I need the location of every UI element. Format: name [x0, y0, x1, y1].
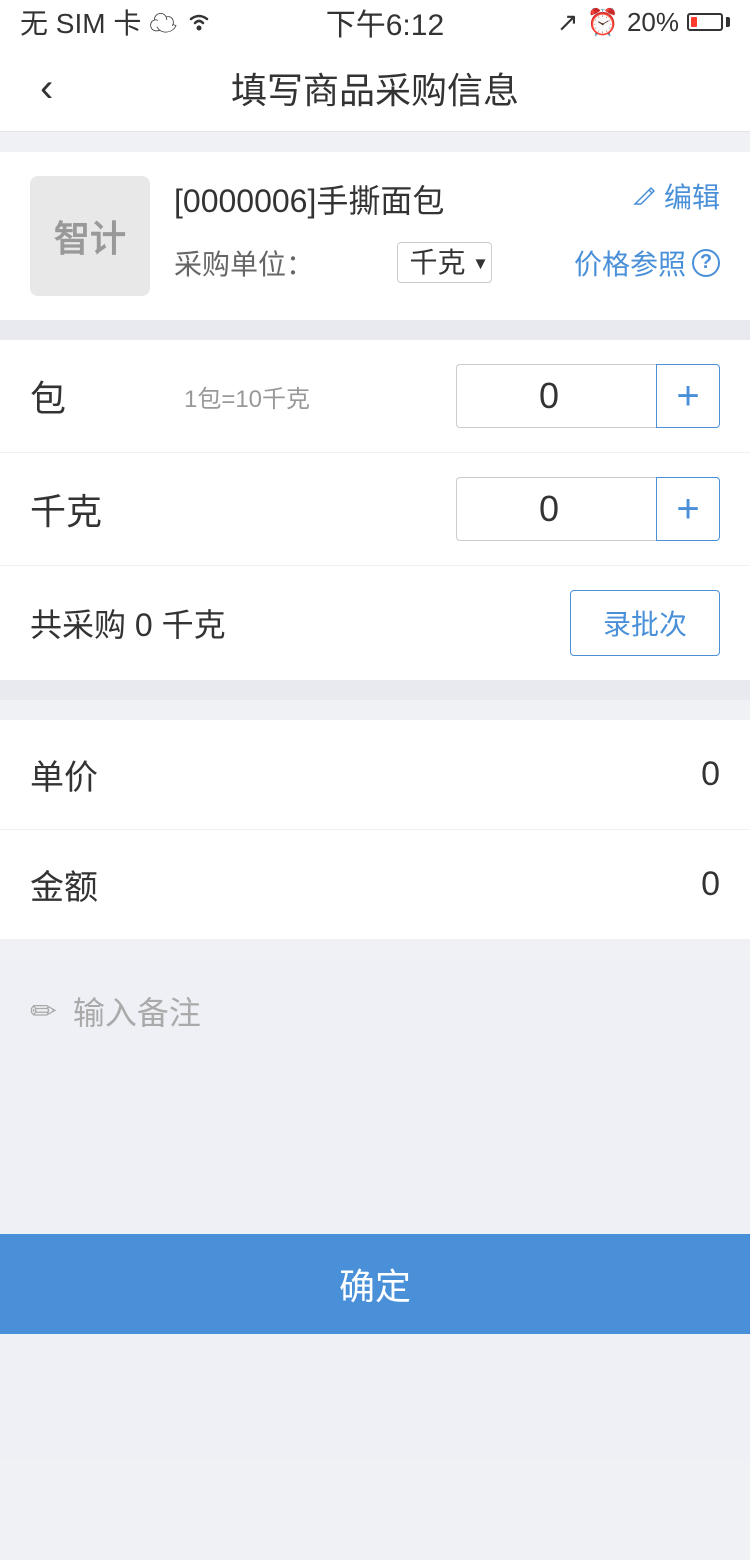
edit-label: 编辑	[664, 176, 720, 216]
product-info: [0000006]手撕面包 编辑 采购单位： 千克 价格参照 ?	[174, 176, 720, 283]
product-image-logo: 智计	[54, 210, 126, 262]
batch-record-button[interactable]: 录批次	[570, 590, 720, 656]
section-divider-2	[0, 680, 750, 700]
page-title: 填写商品采购信息	[231, 62, 519, 114]
bag-input-row: 包 1包=10千克 +	[0, 340, 750, 453]
amount-row: 金额 0	[0, 830, 750, 940]
remark-section[interactable]: ✏ 输入备注	[0, 960, 750, 1160]
unit-label: 采购单位：	[174, 243, 314, 283]
price-row: 单价 0	[0, 720, 750, 830]
bag-input-field[interactable]	[456, 364, 656, 428]
product-image: 智计	[30, 176, 150, 296]
summary-row: 共采购 0 千克 录批次	[0, 566, 750, 680]
nav-bar: ‹ 填写商品采购信息	[0, 44, 750, 132]
location-icon: ↗	[557, 7, 579, 38]
bag-input-wrapper: +	[456, 364, 720, 428]
input-section: 包 1包=10千克 + 千克 +	[0, 340, 750, 566]
kg-input-wrapper: +	[456, 477, 720, 541]
product-card: 智计 [0000006]手撕面包 编辑 采购单位： 千克 价格参照	[0, 152, 750, 320]
pencil-icon: ✏	[30, 992, 57, 1030]
price-label: 单价	[30, 750, 98, 799]
status-right: ↗ ⏰ 20%	[557, 7, 730, 38]
unit-select[interactable]: 千克	[397, 242, 492, 283]
amount-value: 0	[701, 865, 720, 904]
wifi-icon	[185, 6, 213, 38]
status-left: 无 SIM 卡 ☁	[20, 2, 213, 42]
kg-input-field[interactable]	[456, 477, 656, 541]
price-ref-button[interactable]: 价格参照 ?	[574, 243, 720, 283]
status-time: 下午6:12	[326, 0, 444, 44]
battery-icon	[687, 13, 730, 31]
summary-text: 共采购 0 千克	[30, 600, 226, 646]
bag-sub-label: 1包=10千克	[184, 379, 310, 414]
kg-plus-button[interactable]: +	[656, 477, 720, 541]
bag-label: 包	[30, 370, 176, 422]
alarm-icon: ⏰	[587, 7, 619, 38]
battery-percent: 20%	[627, 7, 679, 38]
amount-label: 金额	[30, 860, 98, 909]
bag-plus-button[interactable]: +	[656, 364, 720, 428]
info-section: 单价 0 金额 0	[0, 720, 750, 940]
confirm-button[interactable]: 确定	[0, 1234, 750, 1334]
edit-button[interactable]: 编辑	[632, 176, 720, 216]
back-button[interactable]: ‹	[30, 58, 63, 118]
status-bar: 无 SIM 卡 ☁ 下午6:12 ↗ ⏰ 20%	[0, 0, 750, 44]
unit-select-wrapper[interactable]: 千克	[397, 242, 492, 283]
section-divider-1	[0, 320, 750, 340]
remark-placeholder: 输入备注	[73, 988, 201, 1034]
price-ref-label: 价格参照	[574, 243, 686, 283]
price-value: 0	[701, 755, 720, 794]
help-icon: ?	[692, 249, 720, 277]
sim-text: 无 SIM 卡 ☁	[20, 2, 177, 42]
product-name: [0000006]手撕面包	[174, 176, 632, 222]
kg-input-row: 千克 +	[0, 453, 750, 566]
kg-label: 千克	[30, 483, 243, 535]
